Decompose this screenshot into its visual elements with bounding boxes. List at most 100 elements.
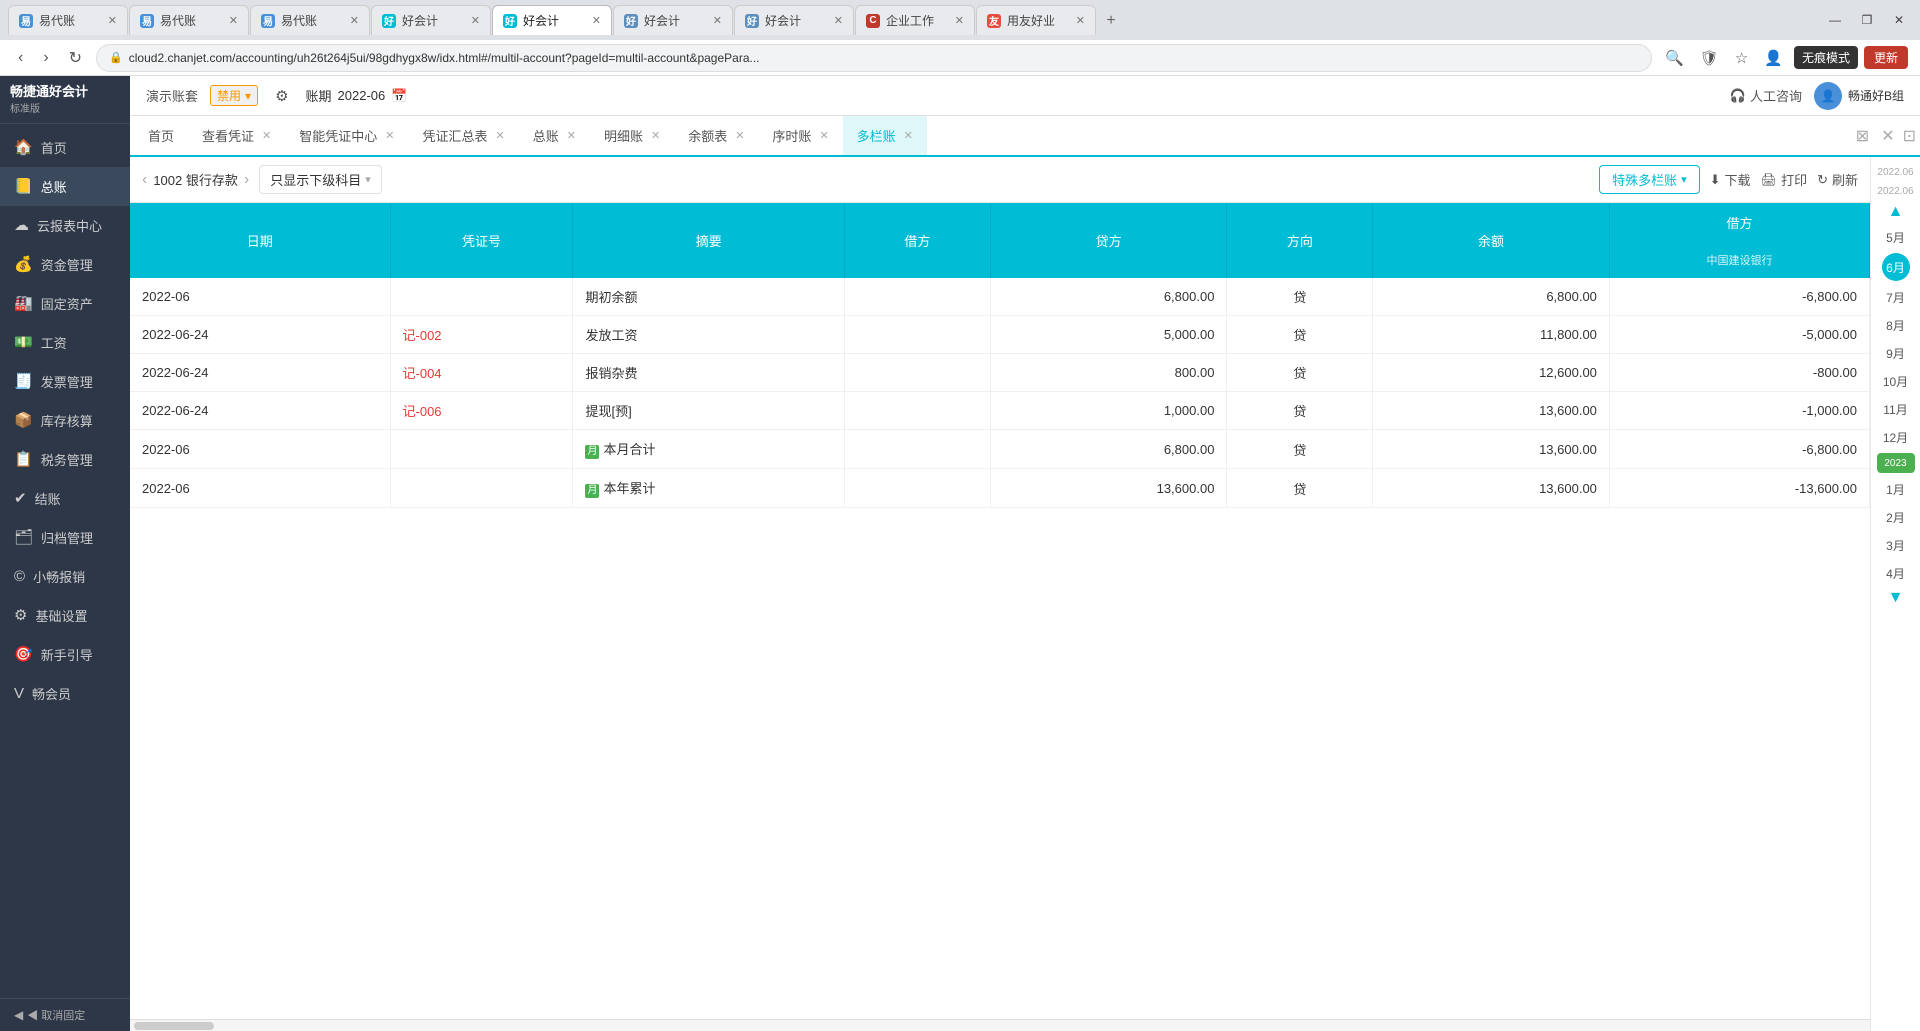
tab-general-ledger-close[interactable]: ✕ bbox=[567, 129, 576, 142]
tab-view-voucher[interactable]: 查看凭证 ✕ bbox=[188, 116, 285, 157]
month-item-may[interactable]: 5月 bbox=[1878, 225, 1914, 249]
sidebar-item-member[interactable]: V 畅会员 bbox=[0, 674, 130, 713]
next-account-button[interactable]: › bbox=[244, 171, 249, 189]
consult-button[interactable]: 🎧 人工咨询 bbox=[1730, 86, 1802, 105]
tab-collapse-button[interactable]: ⊠ bbox=[1848, 126, 1877, 146]
tab-chrono-ledger-close[interactable]: ✕ bbox=[819, 129, 828, 142]
voucher-link[interactable]: 记-002 bbox=[403, 328, 442, 343]
tab-smart-voucher[interactable]: 智能凭证中心 ✕ bbox=[285, 116, 408, 157]
tab-voucher-summary[interactable]: 凭证汇总表 ✕ bbox=[408, 116, 518, 157]
month-item-mar[interactable]: 3月 bbox=[1878, 533, 1914, 557]
month-item-nov[interactable]: 11月 bbox=[1878, 397, 1914, 421]
month-item-feb[interactable]: 2月 bbox=[1878, 505, 1914, 529]
profile-icon[interactable]: 👤 bbox=[1759, 46, 1788, 70]
sidebar-item-inventory[interactable]: 📦 库存核算 bbox=[0, 401, 130, 440]
tab-balance[interactable]: 余额表 ✕ bbox=[674, 116, 758, 157]
expand-pane-icon[interactable]: ⊡ bbox=[1903, 126, 1916, 146]
tab-detail-ledger[interactable]: 明细账 ✕ bbox=[590, 116, 674, 157]
wufeng-mode-button[interactable]: 无痕模式 bbox=[1794, 46, 1858, 69]
refresh-button[interactable]: ↻ 刷新 bbox=[1817, 170, 1858, 189]
sidebar-item-tax[interactable]: 📋 税务管理 bbox=[0, 440, 130, 479]
tab-close-7[interactable]: ✕ bbox=[834, 14, 843, 27]
tab-9[interactable]: 友 用友好业 ✕ bbox=[976, 5, 1096, 35]
tab-home[interactable]: 首页 bbox=[134, 116, 188, 157]
tab-close-9[interactable]: ✕ bbox=[1076, 14, 1085, 27]
sidebar-item-invoice[interactable]: 🧾 发票管理 bbox=[0, 362, 130, 401]
cell-direction: 贷 bbox=[1227, 392, 1373, 430]
tab-view-voucher-close[interactable]: ✕ bbox=[262, 129, 271, 142]
scrollbar-thumb[interactable] bbox=[134, 1022, 214, 1030]
horizontal-scrollbar[interactable] bbox=[130, 1019, 1870, 1031]
tab-2[interactable]: 易 易代账 ✕ bbox=[129, 5, 249, 35]
star-icon[interactable]: ☆ bbox=[1730, 46, 1753, 70]
tab-1[interactable]: 易 易代账 ✕ bbox=[8, 5, 128, 35]
tab-detail-ledger-close[interactable]: ✕ bbox=[651, 129, 660, 142]
reload-button[interactable]: ↻ bbox=[63, 46, 88, 70]
tab-close-3[interactable]: ✕ bbox=[350, 14, 359, 27]
url-bar[interactable]: 🔒 cloud2.chanjet.com/accounting/uh26t264… bbox=[96, 44, 1652, 72]
back-button[interactable]: ‹ bbox=[12, 47, 29, 69]
filter-dropdown[interactable]: 只显示下级科目 ▾ bbox=[259, 165, 382, 194]
sidebar-item-guide[interactable]: 🎯 新手引导 bbox=[0, 635, 130, 674]
tab-general-ledger[interactable]: 总账 ✕ bbox=[519, 116, 590, 157]
sidebar-item-cloud-reports[interactable]: ☁ 云报表中心 bbox=[0, 206, 130, 245]
month-item-dec[interactable]: 12月 bbox=[1878, 425, 1914, 449]
prev-account-button[interactable]: ‹ bbox=[142, 171, 147, 189]
month-item-jun[interactable]: 6月 bbox=[1882, 253, 1910, 281]
tab-multi-column[interactable]: 多栏账 ✕ bbox=[843, 116, 927, 157]
forward-button[interactable]: › bbox=[37, 47, 54, 69]
search-icon[interactable]: 🔍 bbox=[1660, 46, 1689, 70]
scroll-up-button[interactable]: ▲ bbox=[1888, 203, 1904, 221]
tab-close-5[interactable]: ✕ bbox=[592, 14, 601, 27]
sidebar-pin-button[interactable]: ◀ ◀ 取消固定 bbox=[0, 998, 130, 1031]
tab-4[interactable]: 好 好会计 ✕ bbox=[371, 5, 491, 35]
month-item-oct[interactable]: 10月 bbox=[1878, 369, 1914, 393]
sidebar-item-payroll[interactable]: 💵 工资 bbox=[0, 323, 130, 362]
close-pane-icon[interactable]: ✕ bbox=[1881, 126, 1894, 146]
voucher-link[interactable]: 记-006 bbox=[403, 404, 442, 419]
tab-close-8[interactable]: ✕ bbox=[955, 14, 964, 27]
sidebar-item-close-account[interactable]: ✔ 结账 bbox=[0, 479, 130, 518]
sidebar-item-archive[interactable]: 🗂 归档管理 bbox=[0, 518, 130, 557]
tab-close-6[interactable]: ✕ bbox=[713, 14, 722, 27]
tab-voucher-summary-close[interactable]: ✕ bbox=[496, 129, 505, 142]
settings-gear-icon[interactable]: ⚙ bbox=[270, 84, 293, 108]
shield-icon[interactable]: 🛡 bbox=[1695, 46, 1724, 70]
print-button[interactable]: 🖨 打印 bbox=[1761, 170, 1808, 189]
new-tab-button[interactable]: + bbox=[1097, 7, 1125, 35]
tab-chrono-ledger[interactable]: 序时账 ✕ bbox=[758, 116, 842, 157]
tab-close-1[interactable]: ✕ bbox=[108, 14, 117, 27]
month-item-jul[interactable]: 7月 bbox=[1878, 285, 1914, 309]
close-button[interactable]: ✕ bbox=[1886, 7, 1912, 33]
sidebar-item-funds[interactable]: 💰 资金管理 bbox=[0, 245, 130, 284]
tab-7[interactable]: 好 好会计 ✕ bbox=[734, 5, 854, 35]
month-item-jan[interactable]: 1月 bbox=[1878, 477, 1914, 501]
special-multi-column-button[interactable]: 特殊多栏账 ▾ bbox=[1599, 165, 1700, 194]
tab-3[interactable]: 易 易代账 ✕ bbox=[250, 5, 370, 35]
tab-multi-column-close[interactable]: ✕ bbox=[904, 129, 913, 142]
maximize-button[interactable]: ❒ bbox=[1854, 7, 1880, 33]
sidebar-item-fixed-assets[interactable]: 🏭 固定资产 bbox=[0, 284, 130, 323]
update-button[interactable]: 更新 bbox=[1864, 46, 1908, 69]
sidebar-item-ledger[interactable]: 📒 总账 bbox=[0, 167, 130, 206]
month-item-sep[interactable]: 9月 bbox=[1878, 341, 1914, 365]
tab-balance-close[interactable]: ✕ bbox=[735, 129, 744, 142]
tab-smart-voucher-close[interactable]: ✕ bbox=[385, 129, 394, 142]
tab-close-4[interactable]: ✕ bbox=[471, 14, 480, 27]
tab-8[interactable]: C 企业工作 ✕ bbox=[855, 5, 975, 35]
col-direction: 方向 bbox=[1227, 203, 1373, 278]
month-item-aug[interactable]: 8月 bbox=[1878, 313, 1914, 337]
calendar-icon[interactable]: 📅 bbox=[391, 88, 407, 104]
sidebar-item-settings[interactable]: ⚙ 基础设置 bbox=[0, 596, 130, 635]
tab-6[interactable]: 好 好会计 ✕ bbox=[613, 5, 733, 35]
month-item-apr[interactable]: 4月 bbox=[1878, 561, 1914, 585]
sidebar-item-home[interactable]: 🏠 首页 bbox=[0, 128, 130, 167]
download-button[interactable]: ⬇ 下载 bbox=[1710, 170, 1751, 189]
scroll-down-button[interactable]: ▼ bbox=[1888, 589, 1904, 607]
tab-5[interactable]: 好 好会计 ✕ bbox=[492, 5, 612, 35]
voucher-link[interactable]: 记-004 bbox=[403, 366, 442, 381]
tab-close-2[interactable]: ✕ bbox=[229, 14, 238, 27]
sidebar-item-expense[interactable]: © 小畅报销 bbox=[0, 557, 130, 596]
minimize-button[interactable]: — bbox=[1822, 7, 1848, 33]
user-info[interactable]: 👤 畅通好B组 bbox=[1814, 82, 1904, 110]
